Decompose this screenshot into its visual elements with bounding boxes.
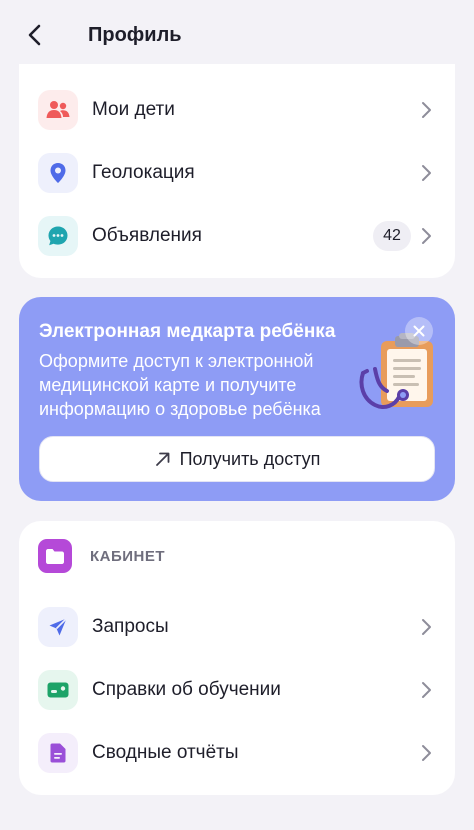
- certificate-card-icon: [38, 670, 78, 710]
- menu-item-requests[interactable]: Запросы: [19, 597, 455, 657]
- chevron-right-icon: [422, 165, 431, 181]
- menu-item-geolocation[interactable]: Геолокация: [19, 143, 455, 203]
- top-bar: Профиль: [0, 0, 474, 70]
- cabinet-section-title: КАБИНЕТ: [90, 547, 166, 565]
- menu-item-label: Мои дети: [92, 99, 175, 120]
- menu-item-study-certificates[interactable]: Справки об обучении: [19, 660, 455, 720]
- get-access-button[interactable]: Получить доступ: [39, 436, 435, 482]
- chevron-right-icon: [422, 228, 431, 244]
- menu-item-label: Запросы: [92, 616, 169, 637]
- back-button[interactable]: [20, 20, 50, 50]
- chat-bubble-icon: [38, 216, 78, 256]
- promo-title: Электронная медкарта ребёнка: [39, 321, 336, 342]
- promo-description: Оформите доступ к электронной медицинско…: [39, 351, 321, 419]
- chevron-right-icon: [422, 619, 431, 635]
- folder-icon: [38, 539, 72, 573]
- promo-close-button[interactable]: [405, 317, 433, 345]
- menu-item-label: Сводные отчёты: [92, 742, 239, 763]
- menu-item-announcements[interactable]: Объявления 42: [19, 206, 455, 266]
- count-badge: 42: [373, 221, 411, 251]
- chevron-right-icon: [422, 682, 431, 698]
- children-icon: [38, 90, 78, 130]
- menu-item-label: Объявления: [92, 225, 202, 246]
- location-pin-icon: [38, 153, 78, 193]
- clipboard-stethoscope-illustration: [359, 333, 433, 409]
- menu-item-label: Геолокация: [92, 162, 195, 183]
- cabinet-header: КАБИНЕТ: [38, 539, 165, 573]
- document-icon: [38, 733, 78, 773]
- cabinet-card: КАБИНЕТ Запросы Справки об обучении Свод…: [19, 521, 455, 795]
- menu-item-label: Справки об обучении: [92, 679, 281, 700]
- profile-menu-card: Мои дети Геолокация Объявления 42: [19, 64, 455, 278]
- chevron-left-icon: [28, 24, 41, 46]
- menu-item-summary-reports[interactable]: Сводные отчёты: [19, 723, 455, 783]
- menu-item-my-children[interactable]: Мои дети: [19, 80, 455, 140]
- page-title: Профиль: [88, 24, 182, 46]
- arrow-up-right-icon: [155, 452, 169, 466]
- send-icon: [38, 607, 78, 647]
- get-access-label: Получить доступ: [179, 448, 321, 469]
- chevron-right-icon: [422, 745, 431, 761]
- close-icon: [413, 325, 425, 337]
- medical-record-promo-banner: Электронная медкарта ребёнка Оформите до…: [19, 297, 455, 501]
- chevron-right-icon: [422, 102, 431, 118]
